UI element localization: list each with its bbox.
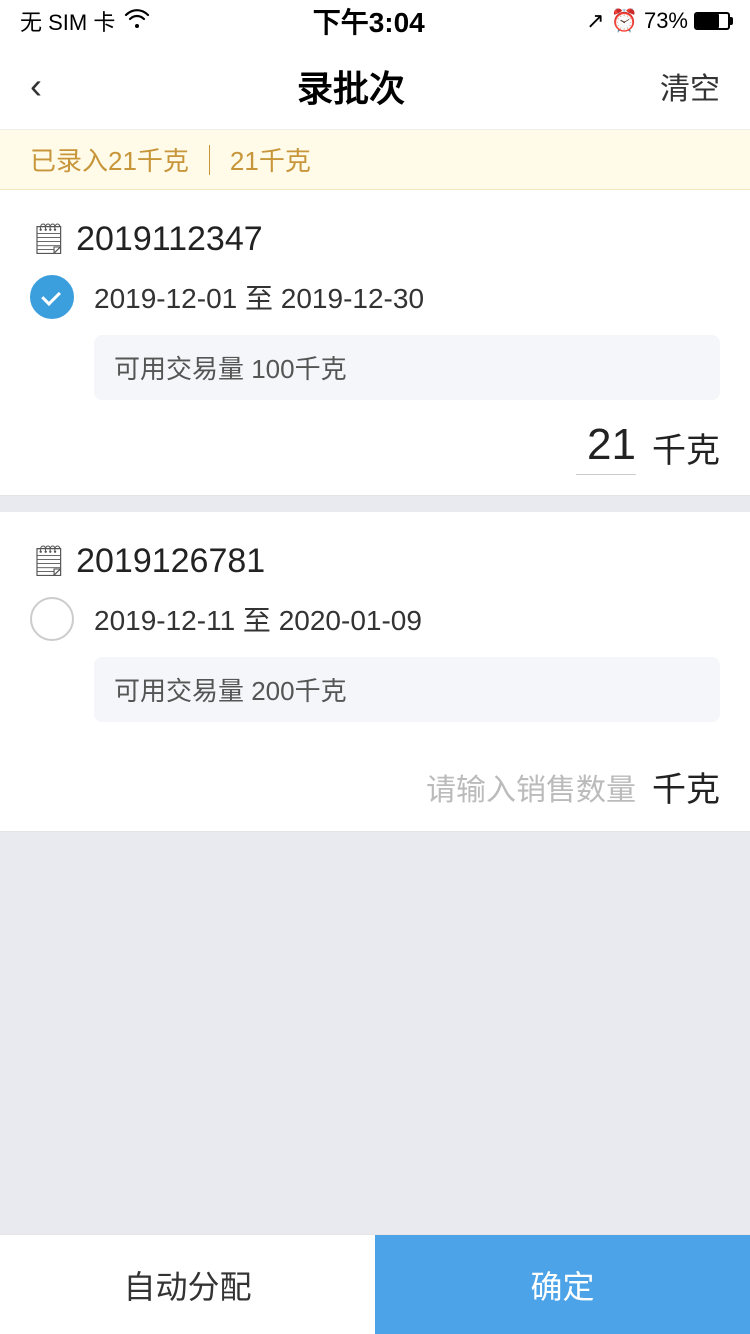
batch2-card: 🗒 2019126781 2019-12-11 至 2020-01-09 可用交… [0,512,750,742]
battery-text: 73% [644,8,688,34]
batch1-id: 2019112347 [76,220,263,259]
batch2-available-row: 可用交易量 200千克 [94,657,720,722]
wifi-icon [123,8,151,34]
batch1-qty-input-row[interactable]: 21 千克 [0,400,750,496]
batch2-qty-input-row[interactable]: 请输入销售数量 千克 [0,742,750,832]
batch1-available-qty: 可用交易量 100千克 [94,335,720,400]
no-sim-text: 无 SIM 卡 [20,5,115,37]
location-icon: ↗ [586,8,604,34]
status-time: 下午3:04 [313,1,425,41]
batch1-qty-unit: 千克 [652,423,720,472]
batch1-radio[interactable] [30,275,74,319]
status-right: ↗ ⏰ 73% [586,8,730,34]
summary-bar: 已录入21千克 21千克 [0,130,750,190]
summary-label: 已录入21千克 [30,141,189,178]
batch1-row: 2019-12-01 至 2019-12-30 [30,275,720,319]
batch2-header: 🗒 2019126781 [30,542,720,581]
alarm-icon: ⏰ [611,8,638,34]
back-button[interactable]: ‹ [30,65,42,107]
batch1-card: 🗒 2019112347 2019-12-01 至 2019-12-30 可用交… [0,190,750,400]
auto-distribute-button[interactable]: 自动分配 [0,1235,375,1334]
nav-bar: ‹ 录批次 清空 [0,42,750,130]
batch2-qty-unit: 千克 [652,762,720,811]
batch2-qty-placeholder[interactable]: 请输入销售数量 [426,765,636,809]
summary-divider [209,145,210,175]
status-bar: 无 SIM 卡 下午3:04 ↗ ⏰ 73% [0,0,750,42]
status-left: 无 SIM 卡 [20,5,151,37]
batch1-header: 🗒 2019112347 [30,220,720,259]
page-title: 录批次 [297,60,405,112]
batch1-date-range: 2019-12-01 至 2019-12-30 [94,277,424,317]
batch2-radio[interactable] [30,597,74,641]
bottom-bar: 自动分配 确定 [0,1234,750,1334]
summary-value: 21千克 [230,141,311,178]
batch1-available-row: 可用交易量 100千克 [94,335,720,400]
batch1-qty-value[interactable]: 21 [576,420,636,475]
batch1-icon: 🗒 [30,222,68,257]
batch2-icon: 🗒 [30,544,68,579]
clear-button[interactable]: 清空 [660,64,720,108]
batch2-id: 2019126781 [76,542,265,581]
confirm-button[interactable]: 确定 [375,1235,750,1334]
batch2-date-range: 2019-12-11 至 2020-01-09 [94,599,422,639]
batch2-available-qty: 可用交易量 200千克 [94,657,720,722]
gray-area [0,832,750,1252]
section-divider [0,496,750,512]
battery-icon [694,12,730,30]
batch2-row: 2019-12-11 至 2020-01-09 [30,597,720,641]
